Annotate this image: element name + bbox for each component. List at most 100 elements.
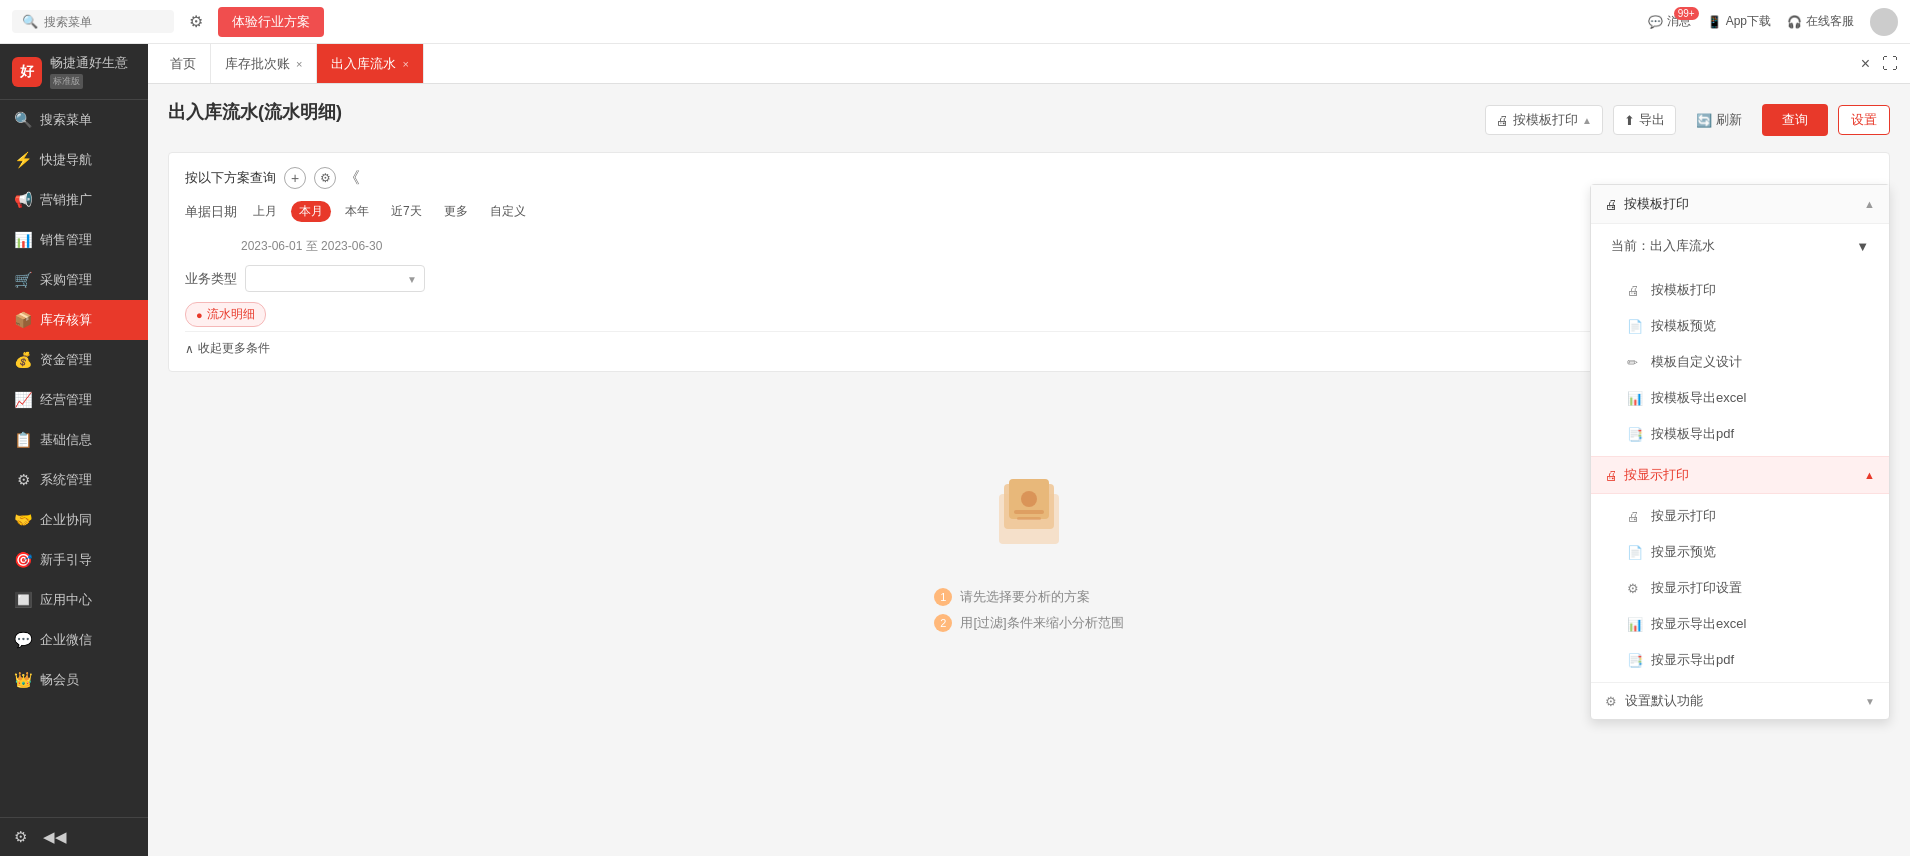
tab-home[interactable]: 首页 xyxy=(156,44,211,83)
content-area: 首页 库存批次账 × 出入库流水 × × ⛶ 出入库流水(流水明细) xyxy=(148,44,1910,856)
date-option-more[interactable]: 更多 xyxy=(436,201,476,222)
display-section-icon: 🖨 xyxy=(1605,468,1618,483)
dropdown-header-text: 按模板打印 xyxy=(1624,195,1689,213)
app-download-icon: 📱 xyxy=(1707,15,1722,29)
dropdown-template-print[interactable]: 🖨 按模板打印 xyxy=(1591,272,1889,308)
purchase-icon: 🛒 xyxy=(14,271,32,289)
tab-inventory-batch-close[interactable]: × xyxy=(296,58,302,70)
template-print-icon: 🖨 xyxy=(1627,283,1643,298)
tab-inventory-flow-close[interactable]: × xyxy=(402,58,408,70)
tab-inventory-batch-label: 库存批次账 xyxy=(225,55,290,73)
tab-home-label: 首页 xyxy=(170,55,196,73)
display-settings-label: 按显示打印设置 xyxy=(1651,579,1742,597)
display-excel-label: 按显示导出excel xyxy=(1651,615,1746,633)
sidebar-item-members[interactable]: 👑 畅会员 xyxy=(0,660,148,700)
dropdown-template-custom[interactable]: ✏ 模板自定义设计 xyxy=(1591,344,1889,380)
search-menu-icon: 🔍 xyxy=(14,111,32,129)
sidebar-item-enterprise-wechat[interactable]: 💬 企业微信 xyxy=(0,620,148,660)
sidebar-item-label: 营销推广 xyxy=(40,191,92,209)
sidebar-item-label: 搜索菜单 xyxy=(40,111,92,129)
sidebar: 好 畅捷通好生意 标准版 🔍 搜索菜单 ⚡ 快捷导航 📢 营销推广 📊 销售管理 xyxy=(0,44,148,856)
sidebar-item-purchase[interactable]: 🛒 采购管理 xyxy=(0,260,148,300)
date-option-current-month[interactable]: 本月 xyxy=(291,201,331,222)
collapse-more-label: 收起更多条件 xyxy=(198,340,270,357)
sidebar-settings-icon[interactable]: ⚙ xyxy=(14,828,27,846)
date-option-last-month[interactable]: 上月 xyxy=(245,201,285,222)
template-excel-label: 按模板导出excel xyxy=(1651,389,1746,407)
sidebar-item-label: 企业微信 xyxy=(40,631,92,649)
tab-expand-icon[interactable]: ⛶ xyxy=(1878,51,1902,77)
display-section-text: 按显示打印 xyxy=(1624,466,1689,484)
sidebar-item-inventory[interactable]: 📦 库存核算 xyxy=(0,300,148,340)
filter-tag-flow: ● 流水明细 xyxy=(185,302,266,327)
filter-tag-icon: ● xyxy=(196,309,203,321)
dropdown-display-export-excel[interactable]: 📊 按显示导出excel xyxy=(1591,606,1889,642)
sidebar-item-basic[interactable]: 📋 基础信息 xyxy=(0,420,148,460)
print-button[interactable]: 🖨 按模板打印 ▲ xyxy=(1485,105,1603,135)
topbar-gear-button[interactable]: ⚙ xyxy=(182,8,210,36)
tab-close-all-icon[interactable]: × xyxy=(1857,51,1874,77)
sidebar-item-cooperation[interactable]: 🤝 企业协同 xyxy=(0,500,148,540)
main-layout: 好 畅捷通好生意 标准版 🔍 搜索菜单 ⚡ 快捷导航 📢 营销推广 📊 销售管理 xyxy=(0,44,1910,856)
dropdown-footer-settings[interactable]: ⚙ 设置默认功能 ▼ xyxy=(1591,682,1889,719)
dropdown-current-item[interactable]: 当前：出入库流水 ▼ xyxy=(1591,228,1889,264)
message-button[interactable]: 💬 消息 99+ xyxy=(1648,13,1691,30)
date-option-custom[interactable]: 自定义 xyxy=(482,201,534,222)
dropdown-template-export-pdf[interactable]: 📑 按模板导出pdf xyxy=(1591,416,1889,452)
template-preview-icon: 📄 xyxy=(1627,319,1643,334)
sidebar-item-finance[interactable]: 💰 资金管理 xyxy=(0,340,148,380)
operation-icon: 📈 xyxy=(14,391,32,409)
app-center-icon: 🔲 xyxy=(14,591,32,609)
sidebar-item-sales[interactable]: 📊 销售管理 xyxy=(0,220,148,260)
inventory-icon: 📦 xyxy=(14,311,32,329)
sidebar-item-quick-nav[interactable]: ⚡ 快捷导航 xyxy=(0,140,148,180)
dropdown-current-sub: 当前：出入库流水 ▼ xyxy=(1591,224,1889,268)
dropdown-header[interactable]: 🖨 按模板打印 ▲ xyxy=(1591,185,1889,224)
dropdown-display-preview[interactable]: 📄 按显示预览 xyxy=(1591,534,1889,570)
dropdown-current-arrow: ▼ xyxy=(1856,239,1869,254)
display-settings-icon: ⚙ xyxy=(1627,581,1643,596)
sidebar-item-marketing[interactable]: 📢 营销推广 xyxy=(0,180,148,220)
dropdown-template-preview[interactable]: 📄 按模板预览 xyxy=(1591,308,1889,344)
filter-settings-button[interactable]: ⚙ xyxy=(314,167,336,189)
filter-collapse-button[interactable]: 《 xyxy=(344,168,360,189)
sidebar-menu: 🔍 搜索菜单 ⚡ 快捷导航 📢 营销推广 📊 销售管理 🛒 采购管理 📦 xyxy=(0,100,148,817)
date-option-7days[interactable]: 近7天 xyxy=(383,201,430,222)
step-label-1: 请先选择要分析的方案 xyxy=(960,584,1090,610)
dropdown-display-section[interactable]: 🖨 按显示打印 ▲ xyxy=(1591,456,1889,494)
page-title: 出入库流水(流水明细) xyxy=(168,100,342,124)
template-preview-label: 按模板预览 xyxy=(1651,317,1716,335)
quick-nav-icon: ⚡ xyxy=(14,151,32,169)
tab-inventory-flow[interactable]: 出入库流水 × xyxy=(317,44,423,83)
query-button[interactable]: 查询 xyxy=(1762,104,1828,136)
empty-step-1: 1 请先选择要分析的方案 xyxy=(934,584,1123,610)
sidebar-item-operation[interactable]: 📈 经营管理 xyxy=(0,380,148,420)
export-button[interactable]: ⬆ 导出 xyxy=(1613,105,1676,135)
finance-icon: 💰 xyxy=(14,351,32,369)
sidebar-item-search[interactable]: 🔍 搜索菜单 xyxy=(0,100,148,140)
sidebar-item-system[interactable]: ⚙ 系统管理 xyxy=(0,460,148,500)
sidebar-item-app-center[interactable]: 🔲 应用中心 xyxy=(0,580,148,620)
sidebar-collapse-icon[interactable]: ◀◀ xyxy=(43,828,67,846)
filter-date-options: 上月 本月 本年 近7天 更多 自定义 xyxy=(245,201,534,222)
message-icon: 💬 xyxy=(1648,15,1663,29)
filter-business-select-wrap xyxy=(245,265,425,292)
user-avatar[interactable] xyxy=(1870,8,1898,36)
topbar-search-box[interactable]: 🔍 xyxy=(12,10,174,33)
settings-button[interactable]: 设置 xyxy=(1838,105,1890,135)
date-option-current-year[interactable]: 本年 xyxy=(337,201,377,222)
tab-inventory-batch[interactable]: 库存批次账 × xyxy=(211,44,317,83)
app-download-button[interactable]: 📱 App下载 xyxy=(1707,13,1771,30)
refresh-button[interactable]: 🔄 刷新 xyxy=(1686,106,1752,134)
online-service-button[interactable]: 🎧 在线客服 xyxy=(1787,13,1854,30)
industry-solution-button[interactable]: 体验行业方案 xyxy=(218,7,324,37)
topbar-search-input[interactable] xyxy=(44,15,164,29)
sidebar-item-newbie[interactable]: 🎯 新手引导 xyxy=(0,540,148,580)
dropdown-display-export-pdf[interactable]: 📑 按显示导出pdf xyxy=(1591,642,1889,678)
filter-business-select[interactable] xyxy=(245,265,425,292)
dropdown-template-export-excel[interactable]: 📊 按模板导出excel xyxy=(1591,380,1889,416)
filter-add-button[interactable]: + xyxy=(284,167,306,189)
dropdown-display-print[interactable]: 🖨 按显示打印 xyxy=(1591,498,1889,534)
dropdown-display-settings[interactable]: ⚙ 按显示打印设置 xyxy=(1591,570,1889,606)
members-icon: 👑 xyxy=(14,671,32,689)
